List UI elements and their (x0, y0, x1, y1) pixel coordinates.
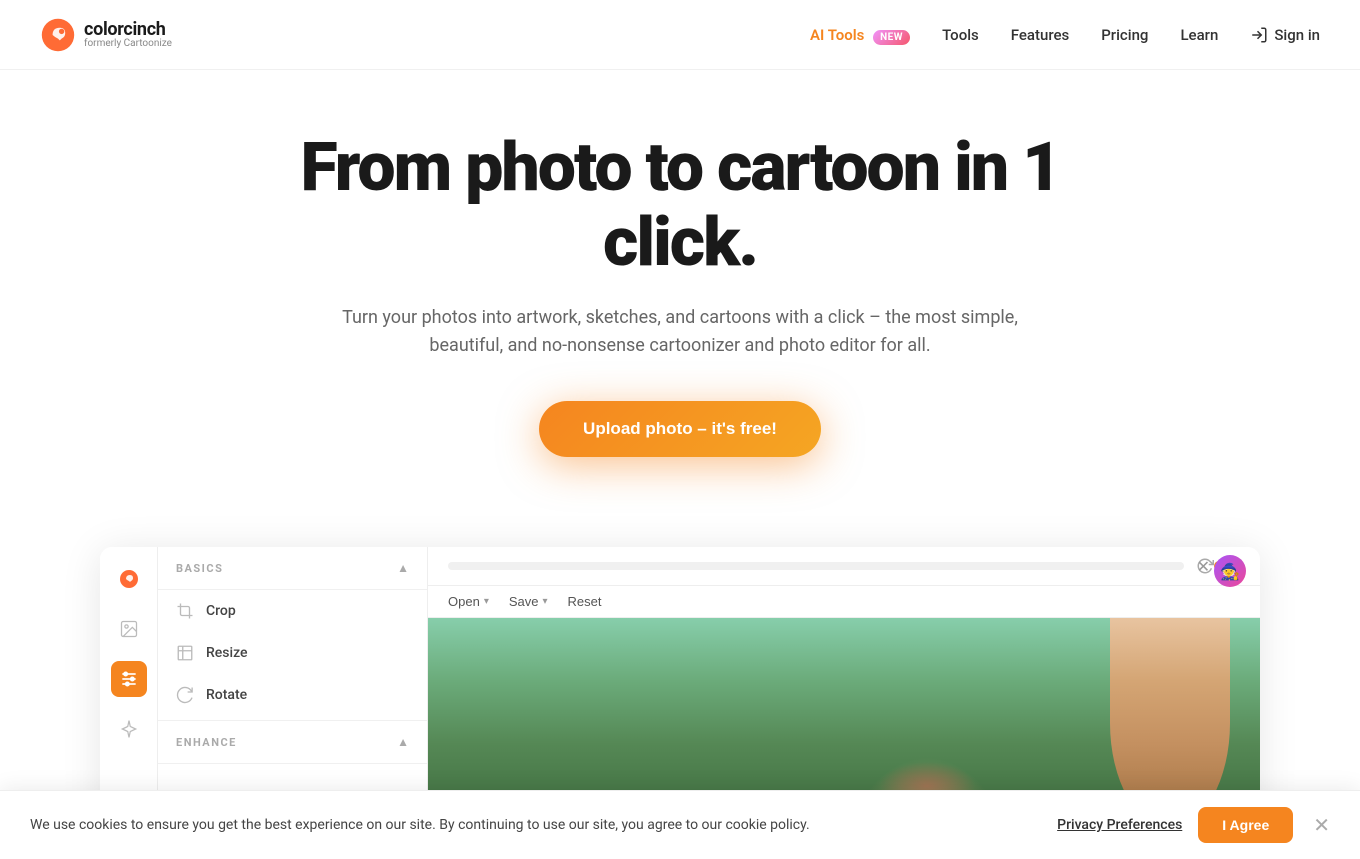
hero-section: From photo to cartoon in 1 click. Turn y… (0, 70, 1360, 497)
logo[interactable]: colorcinch formerly Cartoonize (40, 17, 172, 53)
upload-button[interactable]: Upload photo – it's free! (539, 401, 821, 457)
sidebar-icons (100, 547, 158, 828)
crop-label: Crop (206, 603, 236, 619)
hero-subtitle: Turn your photos into artwork, sketches,… (340, 304, 1020, 362)
hero-title: From photo to cartoon in 1 click. (230, 130, 1130, 280)
sidebar-image-icon[interactable] (111, 611, 147, 647)
save-button[interactable]: Save ▾ (509, 594, 548, 609)
ai-tools-link[interactable]: AI Tools NEW (810, 26, 910, 44)
logo-icon (40, 17, 76, 53)
privacy-preferences-link[interactable]: Privacy Preferences (1057, 817, 1182, 833)
resize-label: Resize (206, 645, 248, 661)
crop-icon (176, 602, 194, 620)
resize-icon (176, 644, 194, 662)
nav-item-features[interactable]: Features (1011, 25, 1069, 44)
user-avatar: 🧙 (1214, 555, 1246, 587)
logo-name: colorcinch (84, 21, 172, 39)
editor-menu-bar: Open ▾ Save ▾ Reset 🧙 ✕ (428, 586, 1260, 618)
cookie-actions: Privacy Preferences I Agree (1057, 807, 1293, 843)
nav-item-tools[interactable]: Tools (942, 25, 979, 44)
nav-item-signin[interactable]: Sign in (1250, 26, 1320, 44)
agree-button[interactable]: I Agree (1198, 807, 1293, 843)
cookie-banner: We use cookies to ensure you get the bes… (0, 790, 1360, 859)
sidebar-logo-icon[interactable] (111, 561, 147, 597)
cookie-close-icon[interactable]: ✕ (1313, 813, 1330, 838)
open-button[interactable]: Open ▾ (448, 594, 489, 609)
basics-title: BASICS (176, 562, 223, 575)
tool-resize[interactable]: Resize (158, 632, 427, 674)
editor-toolbar (428, 547, 1260, 586)
enhance-header[interactable]: ENHANCE ▲ (158, 720, 427, 764)
editor-main: Open ▾ Save ▾ Reset 🧙 ✕ (428, 547, 1260, 828)
tool-crop[interactable]: Crop (158, 590, 427, 632)
signin-icon (1250, 26, 1268, 44)
reset-button[interactable]: Reset (568, 594, 602, 609)
nav-item-ai-tools[interactable]: AI Tools NEW (810, 25, 910, 44)
nav-links: AI Tools NEW Tools Features Pricing Lear… (810, 25, 1320, 44)
basics-chevron: ▲ (397, 561, 409, 575)
close-editor-icon[interactable]: ✕ (1197, 557, 1210, 576)
editor-ui: BASICS ▲ Crop Resize (100, 547, 1260, 828)
nav-item-learn[interactable]: Learn (1180, 25, 1218, 44)
editor-preview: BASICS ▲ Crop Resize (80, 547, 1280, 828)
progress-bar (448, 562, 1184, 570)
tool-rotate[interactable]: Rotate (158, 674, 427, 716)
sidebar-sparkle-icon[interactable] (111, 711, 147, 747)
new-badge: NEW (873, 30, 910, 45)
rotate-icon (176, 686, 194, 704)
rotate-label: Rotate (206, 687, 247, 703)
enhance-title: ENHANCE (176, 736, 237, 749)
cookie-text: We use cookies to ensure you get the bes… (30, 817, 1027, 833)
sidebar-adjust-icon[interactable] (111, 661, 147, 697)
navbar: colorcinch formerly Cartoonize AI Tools … (0, 0, 1360, 70)
nav-item-pricing[interactable]: Pricing (1101, 25, 1148, 44)
basics-header[interactable]: BASICS ▲ (158, 547, 427, 590)
logo-sub: formerly Cartoonize (84, 39, 172, 49)
enhance-chevron: ▲ (397, 735, 409, 749)
sidebar-panel: BASICS ▲ Crop Resize (158, 547, 428, 828)
